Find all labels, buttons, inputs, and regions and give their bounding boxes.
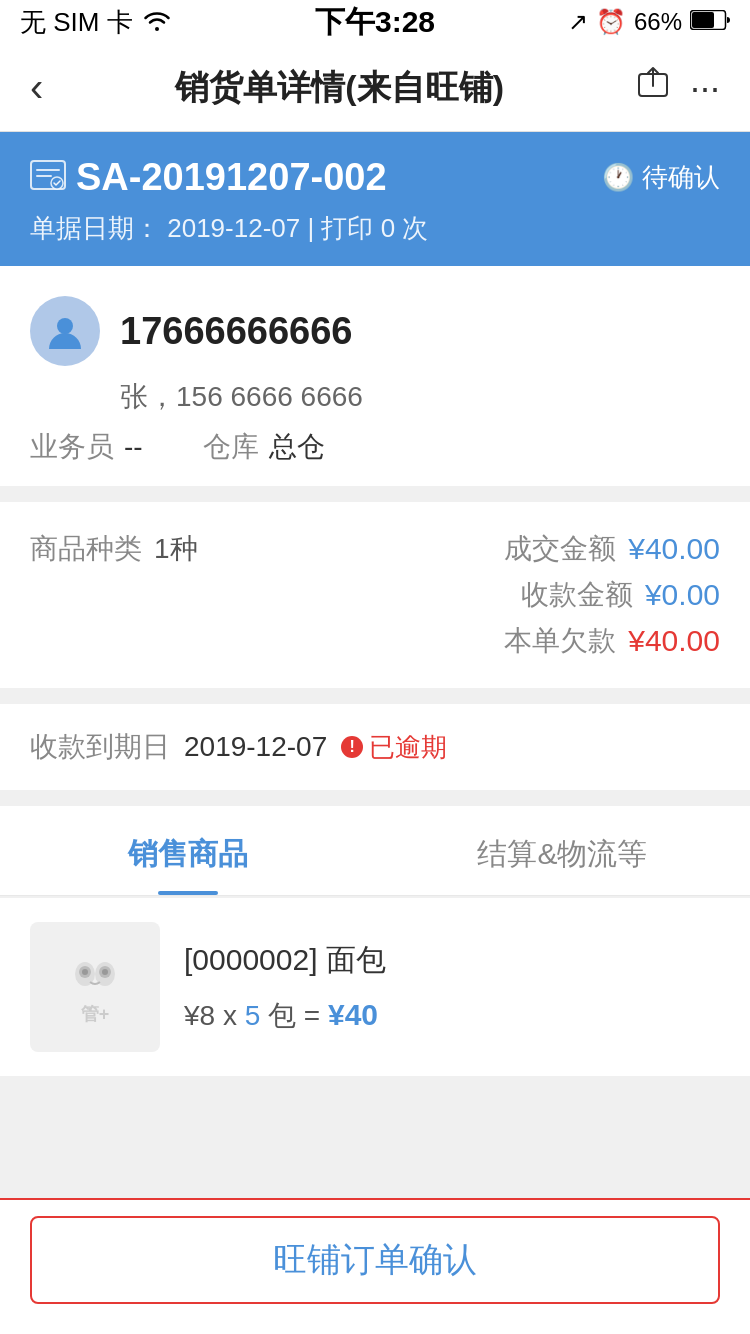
product-info: [0000002] 面包 ¥8 x 5 包 = ¥40 — [184, 940, 720, 1035]
alarm-icon: ⏰ — [596, 8, 626, 36]
product-quantity: 5 — [245, 1000, 261, 1031]
received-amount-value: ¥0.00 — [645, 578, 720, 612]
status-right: ↗ ⏰ 66% — [568, 8, 730, 36]
summary-row: 商品种类 1种 成交金额 ¥40.00 收款金额 ¥0.00 本单欠款 ¥40.… — [30, 530, 720, 660]
battery-text: 66% — [634, 8, 682, 36]
status-bar: 无 SIM 卡 下午3:28 ↗ ⏰ 66% — [0, 0, 750, 44]
location-icon: ↗ — [568, 8, 588, 36]
nav-actions: ··· — [636, 66, 720, 109]
order-header-top: SA-20191207-002 🕐 待确认 — [30, 156, 720, 199]
summary-right: 成交金额 ¥40.00 收款金额 ¥0.00 本单欠款 ¥40.00 — [504, 530, 720, 660]
product-section: 管+ [0000002] 面包 ¥8 x 5 包 = ¥40 — [0, 898, 750, 1076]
product-image-inner: 管+ — [60, 948, 130, 1026]
svg-point-5 — [57, 318, 73, 334]
product-equals-sign: = — [304, 1000, 320, 1031]
deal-amount-value: ¥40.00 — [628, 532, 720, 566]
product-name: [0000002] 面包 — [184, 940, 720, 981]
order-icon — [30, 156, 66, 199]
received-amount-row: 收款金额 ¥0.00 — [521, 576, 720, 614]
customer-name: 张，156 6666 6666 — [120, 378, 720, 416]
product-price-row: ¥8 x 5 包 = ¥40 — [184, 997, 720, 1035]
product-type-label: 商品种类 — [30, 530, 142, 568]
product-code: [0000002] — [184, 943, 317, 976]
order-date-value: 2019-12-07 — [167, 213, 300, 243]
product-image: 管+ — [30, 922, 160, 1052]
owed-amount-label: 本单欠款 — [504, 622, 616, 660]
page-title: 销货单详情(来自旺铺) — [43, 65, 636, 111]
summary-section: 商品种类 1种 成交金额 ¥40.00 收款金额 ¥0.00 本单欠款 ¥40.… — [0, 502, 750, 688]
svg-rect-1 — [692, 12, 714, 28]
warehouse-item: 仓库 总仓 — [203, 428, 325, 466]
status-left: 无 SIM 卡 — [20, 5, 171, 40]
order-header-card: SA-20191207-002 🕐 待确认 单据日期： 2019-12-07 |… — [0, 132, 750, 266]
summary-left: 商品种类 1种 — [30, 530, 198, 568]
warehouse-label: 仓库 — [203, 428, 259, 466]
due-date-section: 收款到期日 2019-12-07 ! 已逾期 — [0, 704, 750, 790]
product-total: ¥40 — [328, 998, 378, 1031]
wifi-icon — [143, 7, 171, 38]
print-info: | 打印 0 次 — [307, 213, 428, 243]
battery-icon — [690, 8, 730, 36]
due-date-value: 2019-12-07 — [184, 731, 327, 763]
deal-amount-row: 成交金额 ¥40.00 — [504, 530, 720, 568]
status-time: 下午3:28 — [315, 2, 435, 43]
order-id: SA-20191207-002 — [30, 156, 387, 199]
salesperson-label: 业务员 — [30, 428, 114, 466]
deal-amount-label: 成交金额 — [504, 530, 616, 568]
order-id-text: SA-20191207-002 — [76, 156, 387, 199]
product-type-item: 商品种类 1种 — [30, 530, 198, 568]
customer-phone-row: 17666666666 — [30, 296, 720, 366]
tab-settlement-label: 结算&物流等 — [477, 837, 647, 870]
product-type-value: 1种 — [154, 530, 198, 568]
bottom-bar: 旺铺订单确认 — [0, 1198, 750, 1334]
confirm-order-button[interactable]: 旺铺订单确认 — [30, 1216, 720, 1304]
warehouse-value: 总仓 — [269, 428, 325, 466]
customer-section: 17666666666 张，156 6666 6666 业务员 -- 仓库 总仓 — [0, 266, 750, 486]
overdue-badge: ! 已逾期 — [341, 730, 447, 765]
customer-meta: 业务员 -- 仓库 总仓 — [30, 428, 720, 466]
status-badge: 🕐 待确认 — [602, 160, 720, 195]
product-item: 管+ [0000002] 面包 ¥8 x 5 包 = ¥40 — [30, 922, 720, 1052]
status-text: 待确认 — [642, 160, 720, 195]
product-unit: 包 — [268, 1000, 296, 1031]
share-button[interactable] — [636, 66, 670, 109]
owed-amount-value: ¥40.00 — [628, 624, 720, 658]
salesperson-item: 业务员 -- — [30, 428, 143, 466]
more-button[interactable]: ··· — [690, 67, 720, 109]
tab-underline — [158, 891, 218, 895]
due-date-label: 收款到期日 — [30, 728, 170, 766]
svg-point-11 — [102, 969, 108, 975]
overdue-text: 已逾期 — [369, 730, 447, 765]
back-button[interactable]: ‹ — [30, 65, 43, 110]
product-price: ¥8 — [184, 1000, 215, 1031]
received-amount-label: 收款金额 — [521, 576, 633, 614]
tab-sales-label: 销售商品 — [128, 837, 248, 870]
tab-sales-products[interactable]: 销售商品 — [0, 806, 375, 895]
salesperson-value: -- — [124, 431, 143, 463]
tabs-row: 销售商品 结算&物流等 — [0, 806, 750, 896]
order-date-row: 单据日期： 2019-12-07 | 打印 0 次 — [30, 211, 720, 246]
customer-phone: 17666666666 — [120, 310, 352, 353]
nav-bar: ‹ 销货单详情(来自旺铺) ··· — [0, 44, 750, 132]
product-name-text: 面包 — [326, 943, 386, 976]
tab-settlement[interactable]: 结算&物流等 — [375, 806, 750, 895]
svg-point-10 — [82, 969, 88, 975]
status-clock-icon: 🕐 — [602, 162, 634, 193]
owed-amount-row: 本单欠款 ¥40.00 — [504, 622, 720, 660]
date-label: 单据日期： — [30, 213, 160, 243]
product-multiply-sign: x — [223, 1000, 237, 1031]
tabs-section: 销售商品 结算&物流等 — [0, 806, 750, 896]
carrier-text: 无 SIM 卡 — [20, 5, 133, 40]
overdue-icon: ! — [341, 736, 363, 758]
avatar — [30, 296, 100, 366]
